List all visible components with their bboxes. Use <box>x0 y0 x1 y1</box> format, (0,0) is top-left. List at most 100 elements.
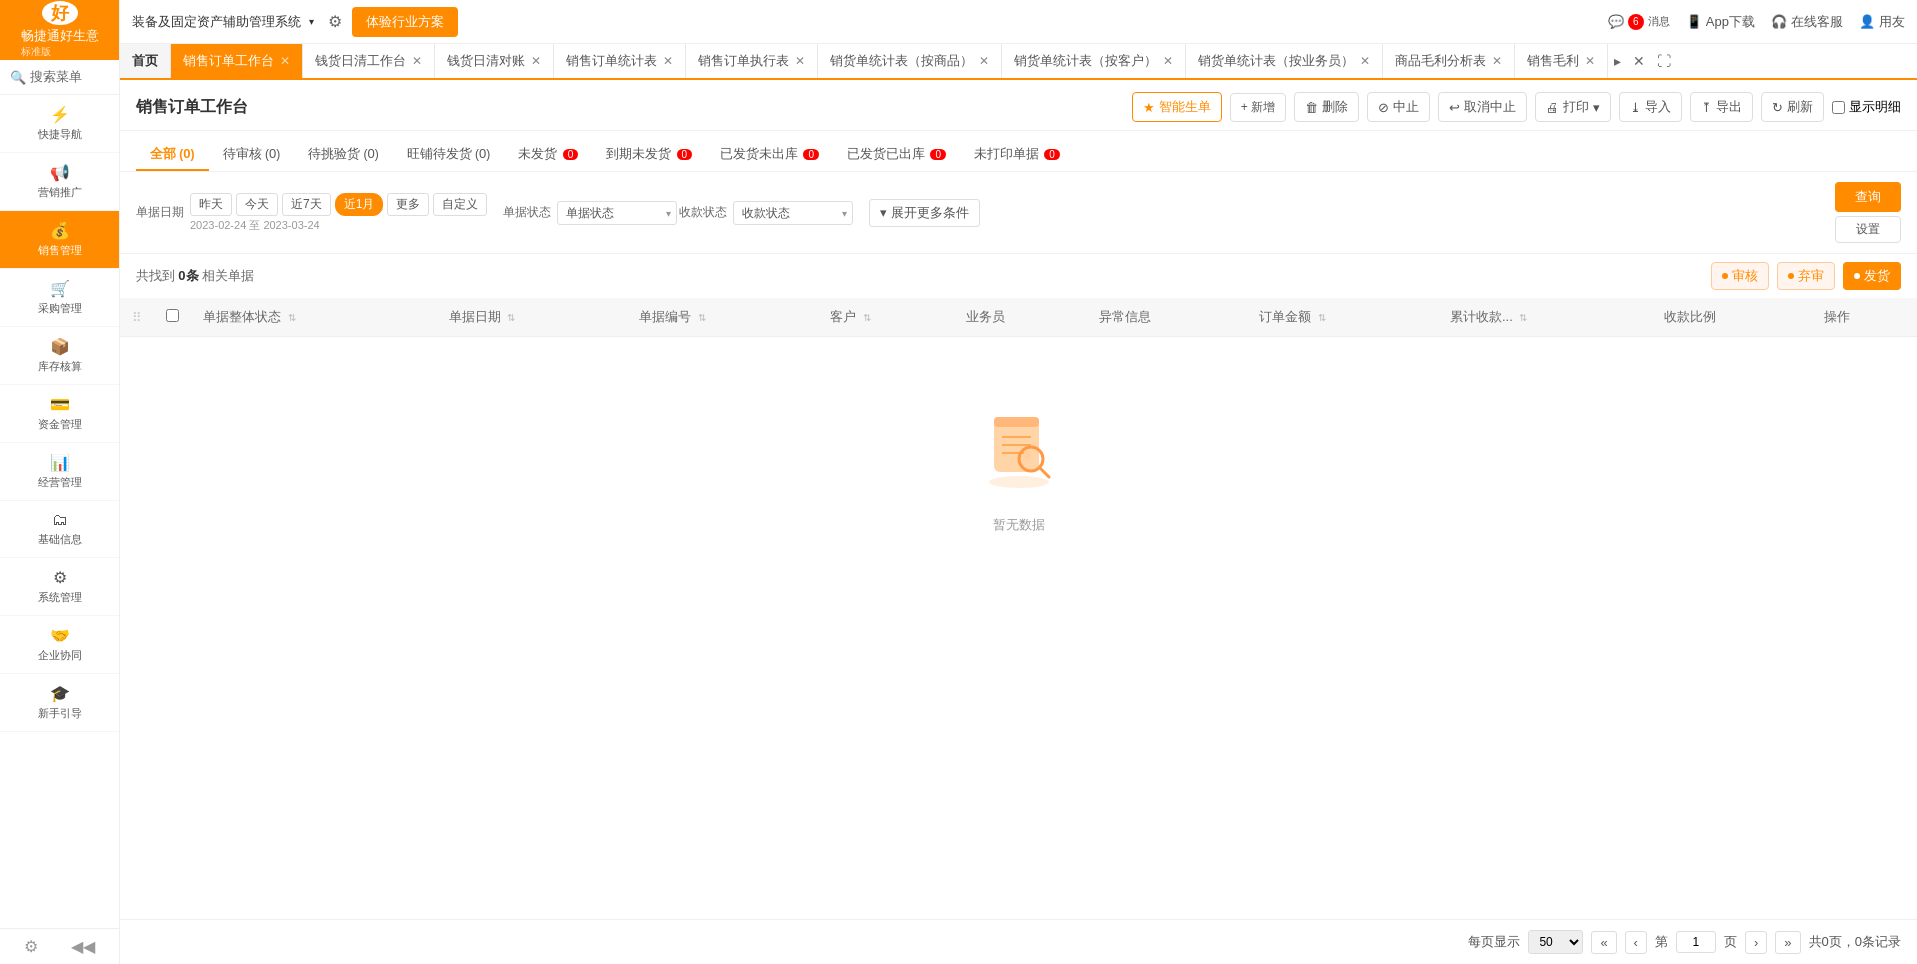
date-btn-7days[interactable]: 近7天 <box>282 193 331 216</box>
prev-page-btn[interactable]: ‹ <box>1625 931 1647 954</box>
show-detail-label[interactable]: 显示明细 <box>1832 98 1901 116</box>
first-page-btn[interactable]: « <box>1591 931 1616 954</box>
sort-collection-icon[interactable]: ⇅ <box>1519 312 1527 323</box>
last-page-btn[interactable]: » <box>1775 931 1800 954</box>
tab-close-sales-staff[interactable]: ✕ <box>1360 54 1370 68</box>
tab-sales-product[interactable]: 销货单统计表（按商品） ✕ <box>818 44 1002 79</box>
tab-close-sales-execute[interactable]: ✕ <box>795 54 805 68</box>
subtab-shipped-not-out[interactable]: 已发货未出库 0 <box>706 139 833 171</box>
tab-close-daily-reconcile[interactable]: ✕ <box>531 54 541 68</box>
tab-close-sales-gross[interactable]: ✕ <box>1585 54 1595 68</box>
tab-gross-profit[interactable]: 商品毛利分析表 ✕ <box>1383 44 1515 79</box>
tab-sales-execute[interactable]: 销售订单执行表 ✕ <box>686 44 818 79</box>
sidebar-item-inventory[interactable]: 📦 库存核算 <box>0 327 119 385</box>
sidebar-item-system[interactable]: ⚙ 系统管理 <box>0 558 119 616</box>
audit-btn[interactable]: 审核 <box>1711 262 1769 290</box>
print-btn[interactable]: 🖨 打印 ▾ <box>1535 92 1611 122</box>
select-all-checkbox[interactable] <box>166 309 179 322</box>
stop-btn[interactable]: ⊘ 中止 <box>1367 92 1430 122</box>
filter-collection-select[interactable]: 收款状态 <box>733 201 853 225</box>
query-btn[interactable]: 查询 <box>1835 182 1901 212</box>
sidebar-item-enterprise[interactable]: 🤝 企业协同 <box>0 616 119 674</box>
sidebar-search[interactable]: 🔍 搜索菜单 <box>0 60 119 95</box>
filter-status-select[interactable]: 单据状态 <box>557 201 677 225</box>
sort-customer-icon[interactable]: ⇅ <box>863 312 871 323</box>
date-btn-more[interactable]: 更多 <box>387 193 429 216</box>
system-title-dropdown[interactable]: 装备及固定资产辅助管理系统 ▾ <box>132 13 318 31</box>
revoke-btn[interactable]: 弃审 <box>1777 262 1835 290</box>
refresh-btn[interactable]: ↻ 刷新 <box>1761 92 1824 122</box>
subtab-overdue[interactable]: 到期未发货 0 <box>592 139 706 171</box>
app-download-label: App下载 <box>1706 13 1755 31</box>
app-download-action[interactable]: 📱 App下载 <box>1686 13 1755 31</box>
date-btn-custom[interactable]: 自定义 <box>433 193 487 216</box>
show-detail-checkbox[interactable] <box>1832 101 1845 114</box>
sidebar-item-purchase[interactable]: 🛒 采购管理 <box>0 269 119 327</box>
date-btn-yesterday[interactable]: 昨天 <box>190 193 232 216</box>
subtab-shipped-out[interactable]: 已发货已出库 0 <box>833 139 960 171</box>
ship-btn[interactable]: 发货 <box>1843 262 1901 290</box>
cancel-stop-btn[interactable]: ↩ 取消中止 <box>1438 92 1527 122</box>
sort-status-icon[interactable]: ⇅ <box>288 312 296 323</box>
online-service-label: 在线客服 <box>1791 13 1843 31</box>
trial-btn[interactable]: 体验行业方案 <box>352 7 458 37</box>
subtab-pending[interactable]: 待审核 (0) <box>209 139 295 171</box>
sidebar-nav: ⚡ 快捷导航 📢 营销推广 💰 销售管理 🛒 采购管理 📦 库存核算 💳 资金管… <box>0 95 119 928</box>
sales-icon: 💰 <box>50 221 70 240</box>
th-exception: 异常信息 <box>1087 298 1247 337</box>
tab-daily-clear[interactable]: 钱货日清工作台 ✕ <box>303 44 435 79</box>
filter-settings-btn[interactable]: 设置 <box>1835 216 1901 243</box>
topbar-actions: 💬 6 消息 📱 App下载 🎧 在线客服 👤 用友 <box>1608 13 1905 31</box>
tab-close-daily-clear[interactable]: ✕ <box>412 54 422 68</box>
smart-gen-btn[interactable]: ★ 智能生单 <box>1132 92 1222 122</box>
subtab-unprinted[interactable]: 未打印单据 0 <box>960 139 1074 171</box>
topbar-settings-icon[interactable]: ⚙ <box>328 12 342 31</box>
tab-sales-stats[interactable]: 销售订单统计表 ✕ <box>554 44 686 79</box>
page-size-select[interactable]: 50 10 20 100 <box>1528 930 1583 954</box>
tab-more-btn[interactable]: ▸ <box>1608 44 1627 79</box>
sidebar-item-finance[interactable]: 💳 资金管理 <box>0 385 119 443</box>
sidebar-item-guide[interactable]: 🎓 新手引导 <box>0 674 119 732</box>
page-input[interactable] <box>1676 931 1716 953</box>
subtab-unshipped[interactable]: 未发货 0 <box>504 139 592 171</box>
tab-sales-staff[interactable]: 销货单统计表（按业务员） ✕ <box>1186 44 1383 79</box>
export-btn[interactable]: ⤒ 导出 <box>1690 92 1753 122</box>
date-btn-today[interactable]: 今天 <box>236 193 278 216</box>
tab-daily-reconcile[interactable]: 钱货日清对账 ✕ <box>435 44 554 79</box>
expand-filter-btn[interactable]: ▾ 展开更多条件 <box>869 199 980 227</box>
import-btn[interactable]: ⤓ 导入 <box>1619 92 1682 122</box>
tab-sales-workbench[interactable]: 销售订单工作台 ✕ <box>171 44 303 79</box>
sidebar-item-quick[interactable]: ⚡ 快捷导航 <box>0 95 119 153</box>
delete-btn[interactable]: 🗑 删除 <box>1294 92 1359 122</box>
sidebar-item-marketing[interactable]: 📢 营销推广 <box>0 153 119 211</box>
new-btn[interactable]: + 新增 <box>1230 93 1286 122</box>
sidebar-item-sales[interactable]: 💰 销售管理 <box>0 211 119 269</box>
message-action[interactable]: 💬 6 消息 <box>1608 14 1670 30</box>
subtab-all[interactable]: 全部 (0) <box>136 139 209 171</box>
tab-close-sales-workbench[interactable]: ✕ <box>280 54 290 68</box>
settings-footer-icon[interactable]: ⚙ <box>24 937 38 956</box>
tab-close-gross-profit[interactable]: ✕ <box>1492 54 1502 68</box>
sidebar-footer: ⚙ ◀◀ <box>0 928 119 964</box>
tab-close-sales-product[interactable]: ✕ <box>979 54 989 68</box>
tab-maximize-btn[interactable]: ⛶ <box>1651 44 1677 79</box>
tab-sales-gross[interactable]: 销售毛利 ✕ <box>1515 44 1608 79</box>
tab-home[interactable]: 首页 <box>120 44 171 79</box>
sort-amount-icon[interactable]: ⇅ <box>1318 312 1326 323</box>
collapse-icon[interactable]: ◀◀ <box>71 937 95 956</box>
subtab-inspection[interactable]: 待挑验货 (0) <box>294 139 393 171</box>
subtab-wangpu[interactable]: 旺铺待发货 (0) <box>393 139 505 171</box>
tab-close-sales-stats[interactable]: ✕ <box>663 54 673 68</box>
dropdown-arrow-icon: ▾ <box>309 16 314 27</box>
sidebar-item-basic[interactable]: 🗂 基础信息 <box>0 501 119 558</box>
sort-date-icon[interactable]: ⇅ <box>507 312 515 323</box>
next-page-btn[interactable]: › <box>1745 931 1767 954</box>
date-btn-1month[interactable]: 近1月 <box>335 193 384 216</box>
online-service-action[interactable]: 🎧 在线客服 <box>1771 13 1843 31</box>
sidebar-item-operation[interactable]: 📊 经营管理 <box>0 443 119 501</box>
tab-sales-customer[interactable]: 销货单统计表（按客户） ✕ <box>1002 44 1186 79</box>
user-action[interactable]: 👤 用友 <box>1859 13 1905 31</box>
tab-close-all-btn[interactable]: ✕ <box>1627 44 1651 79</box>
sort-number-icon[interactable]: ⇅ <box>698 312 706 323</box>
tab-close-sales-customer[interactable]: ✕ <box>1163 54 1173 68</box>
